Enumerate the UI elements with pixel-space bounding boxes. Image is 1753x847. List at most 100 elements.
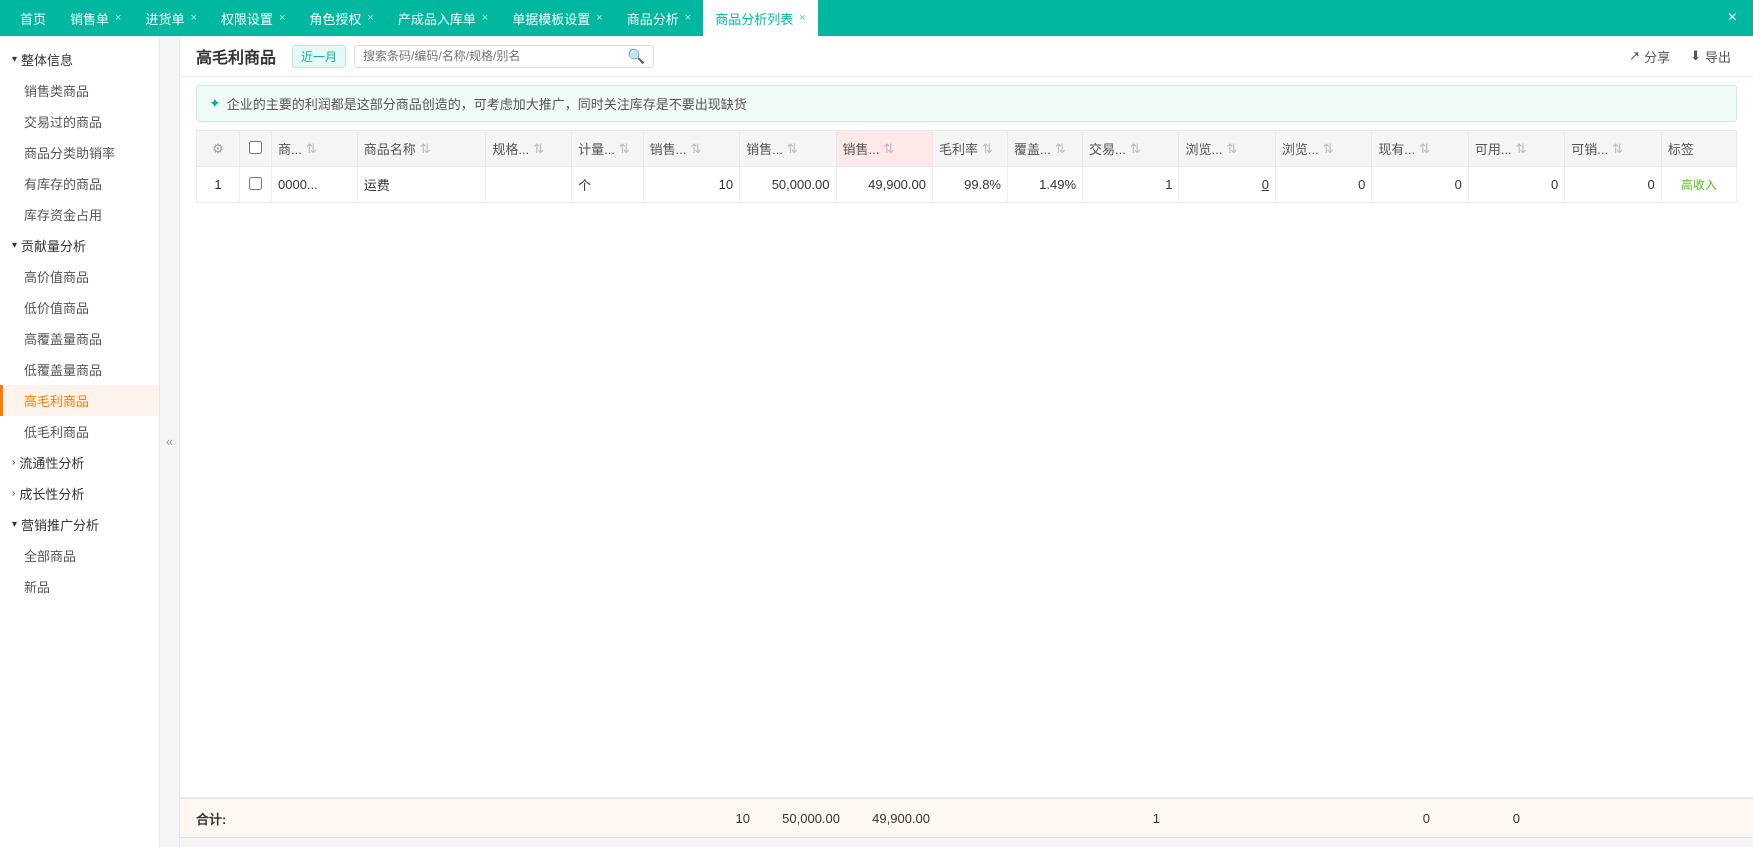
chevron-right-icon: › [12, 457, 15, 468]
sidebar-group-liquidity[interactable]: › 流通性分析 [0, 447, 159, 478]
cell-saleable: 0 [1565, 167, 1661, 203]
sort-icon: ⇅ [1323, 141, 1334, 157]
th-coverage[interactable]: 覆盖... ⇅ [1008, 131, 1083, 167]
sidebar-group-growth[interactable]: › 成长性分析 [0, 478, 159, 509]
data-table: ⚙ 商... ⇅ 商品名称 [196, 130, 1737, 203]
row-checkbox[interactable] [249, 177, 262, 190]
sidebar: ▾ 整体信息 销售类商品 交易过的商品 商品分类助销率 有库存的商品 库存资金占… [0, 36, 160, 847]
cell-spec [486, 167, 572, 203]
close-icon[interactable]: × [685, 12, 691, 24]
sidebar-item-stock-fund[interactable]: 库存资金占用 [0, 199, 159, 230]
footer-sales-cost: 49,900.00 [846, 811, 936, 826]
close-icon[interactable]: × [115, 12, 121, 24]
sort-icon: ⇅ [533, 141, 544, 157]
th-tag[interactable]: 标签 [1661, 131, 1736, 167]
nav-home[interactable]: 首页 [8, 0, 58, 36]
chevron-down-icon: ▾ [12, 54, 17, 65]
chevron-down-icon: ▾ [12, 240, 17, 251]
sort-icon: ⇅ [787, 141, 798, 157]
th-sales-cost[interactable]: 销售... ⇅ [836, 131, 932, 167]
nav-analysis-list[interactable]: 商品分析列表 × [703, 0, 817, 36]
export-button[interactable]: ⬇ 导出 [1684, 45, 1737, 68]
close-icon[interactable]: × [482, 12, 488, 24]
main-area: ▾ 整体信息 销售类商品 交易过的商品 商品分类助销率 有库存的商品 库存资金占… [0, 36, 1753, 847]
cell-gross-margin: 99.8% [932, 167, 1007, 203]
nav-role[interactable]: 角色授权 × [297, 0, 385, 36]
cell-browse2: 0 [1275, 167, 1371, 203]
nav-template[interactable]: 单据模板设置 × [500, 0, 614, 36]
page-title: 高毛利商品 [196, 44, 276, 68]
cell-available: 0 [1468, 167, 1564, 203]
chevron-left-icon: « [166, 434, 173, 449]
nav-purchase[interactable]: 进货单 × [133, 0, 208, 36]
th-trade[interactable]: 交易... ⇅ [1083, 131, 1179, 167]
gear-icon[interactable]: ⚙ [212, 141, 224, 156]
sidebar-item-low-coverage[interactable]: 低覆盖量商品 [0, 354, 159, 385]
cell-code: 0000... [272, 167, 358, 203]
share-icon: ↗ [1629, 48, 1640, 64]
chevron-right-icon: › [12, 488, 15, 499]
th-saleable[interactable]: 可销... ⇅ [1565, 131, 1661, 167]
th-sales-amount[interactable]: 销售... ⇅ [740, 131, 836, 167]
search-icon[interactable]: 🔍 [628, 48, 645, 65]
sidebar-group-marketing[interactable]: ▾ 营销推广分析 [0, 509, 159, 540]
search-box: 🔍 [354, 45, 654, 68]
browse1-link[interactable]: 0 [1262, 177, 1269, 192]
close-icon[interactable]: × [596, 12, 602, 24]
info-icon: ✦ [209, 95, 221, 112]
sort-icon: ⇅ [690, 141, 701, 157]
sidebar-item-new-goods[interactable]: 新品 [0, 571, 159, 602]
close-icon[interactable]: × [799, 12, 805, 24]
th-check[interactable] [239, 131, 271, 167]
sidebar-group-overall[interactable]: ▾ 整体信息 [0, 44, 159, 75]
th-current-stock[interactable]: 现有... ⇅ [1372, 131, 1468, 167]
th-browse1[interactable]: 浏览... ⇅ [1179, 131, 1275, 167]
sidebar-item-category-rate[interactable]: 商品分类助销率 [0, 137, 159, 168]
tag-label: 高收入 [1681, 178, 1717, 192]
sidebar-item-low-margin[interactable]: 低毛利商品 [0, 416, 159, 447]
cell-name: 运费 [357, 167, 486, 203]
nav-permission[interactable]: 权限设置 × [209, 0, 297, 36]
close-icon[interactable]: × [190, 12, 196, 24]
sidebar-item-high-coverage[interactable]: 高覆盖量商品 [0, 323, 159, 354]
sort-icon: ⇅ [1226, 141, 1237, 157]
sidebar-item-sales-goods[interactable]: 销售类商品 [0, 75, 159, 106]
sort-icon: ⇅ [420, 141, 431, 157]
select-all-checkbox[interactable] [249, 141, 262, 154]
sidebar-item-high-margin[interactable]: 高毛利商品 [0, 385, 159, 416]
table-row: 1 0000... 运费 个 10 50,000.00 49,900.00 99… [197, 167, 1737, 203]
th-unit[interactable]: 计量... ⇅ [572, 131, 644, 167]
cell-sales-cost: 49,900.00 [836, 167, 932, 203]
nav-sales[interactable]: 销售单 × [58, 0, 133, 36]
sidebar-item-high-value[interactable]: 高价值商品 [0, 261, 159, 292]
cell-check[interactable] [239, 167, 271, 203]
th-gross-margin[interactable]: 毛利率 ⇅ [932, 131, 1007, 167]
sidebar-group-contribution[interactable]: ▾ 贡献量分析 [0, 230, 159, 261]
sidebar-item-traded-goods[interactable]: 交易过的商品 [0, 106, 159, 137]
th-browse2[interactable]: 浏览... ⇅ [1275, 131, 1371, 167]
th-code[interactable]: 商... ⇅ [272, 131, 358, 167]
cell-browse1[interactable]: 0 [1179, 167, 1275, 203]
header-actions: ↗ 分享 ⬇ 导出 [1623, 45, 1737, 68]
date-filter-button[interactable]: 近一月 [292, 45, 346, 68]
th-sales-qty[interactable]: 销售... ⇅ [643, 131, 739, 167]
window-close-button[interactable]: × [1720, 9, 1745, 27]
close-icon[interactable]: × [367, 12, 373, 24]
nav-analysis[interactable]: 商品分析 × [615, 0, 703, 36]
close-icon[interactable]: × [279, 12, 285, 24]
share-button[interactable]: ↗ 分享 [1623, 45, 1676, 68]
sidebar-item-low-value[interactable]: 低价值商品 [0, 292, 159, 323]
chevron-down-icon: ▾ [12, 519, 17, 530]
th-spec[interactable]: 规格... ⇅ [486, 131, 572, 167]
sidebar-item-instock-goods[interactable]: 有库存的商品 [0, 168, 159, 199]
th-name[interactable]: 商品名称 ⇅ [357, 131, 486, 167]
footer-label: 合计: [196, 809, 256, 828]
footer-sales-amount: 50,000.00 [756, 811, 846, 826]
export-icon: ⬇ [1690, 48, 1701, 64]
sidebar-toggle-button[interactable]: « [160, 36, 180, 847]
search-input[interactable] [363, 49, 628, 63]
nav-inbound[interactable]: 产成品入库单 × [386, 0, 500, 36]
th-available[interactable]: 可用... ⇅ [1468, 131, 1564, 167]
sidebar-item-all-goods[interactable]: 全部商品 [0, 540, 159, 571]
horizontal-scrollbar[interactable] [180, 837, 1753, 847]
